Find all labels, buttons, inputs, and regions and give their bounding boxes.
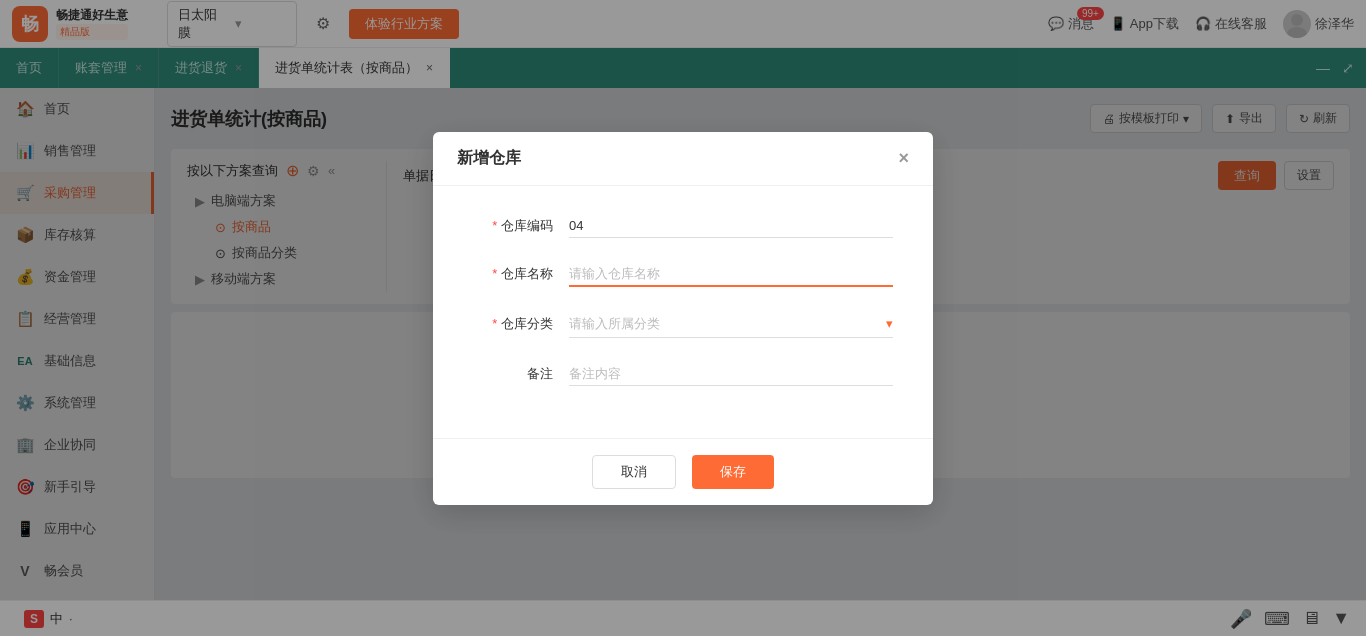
form-row-category: * 仓库分类 请输入所属分类 ▾ (473, 311, 893, 338)
category-label: * 仓库分类 (473, 315, 553, 333)
modal-header: 新增仓库 × (433, 132, 933, 186)
save-button[interactable]: 保存 (692, 455, 774, 489)
cancel-button[interactable]: 取消 (592, 455, 676, 489)
code-required-star: * (492, 218, 497, 233)
form-row-note: 备注 (473, 362, 893, 386)
name-label: * 仓库名称 (473, 265, 553, 283)
form-row-name: * 仓库名称 (473, 262, 893, 287)
modal-overlay: 新增仓库 × * 仓库编码 * 仓库名称 (0, 0, 1366, 636)
code-label: * 仓库编码 (473, 217, 553, 235)
name-input[interactable] (569, 262, 893, 287)
note-label: 备注 (473, 365, 553, 383)
note-input[interactable] (569, 362, 893, 386)
modal-title: 新增仓库 (457, 148, 521, 169)
category-required-star: * (492, 316, 497, 331)
modal-close-button[interactable]: × (898, 148, 909, 169)
name-required-star: * (492, 266, 497, 281)
category-dropdown-arrow: ▾ (886, 316, 893, 331)
new-warehouse-modal: 新增仓库 × * 仓库编码 * 仓库名称 (433, 132, 933, 505)
category-select[interactable]: 请输入所属分类 ▾ (569, 311, 893, 338)
form-row-code: * 仓库编码 (473, 214, 893, 238)
code-input[interactable] (569, 214, 893, 238)
modal-footer: 取消 保存 (433, 438, 933, 505)
modal-body: * 仓库编码 * 仓库名称 * 仓库分类 请输入 (433, 186, 933, 438)
